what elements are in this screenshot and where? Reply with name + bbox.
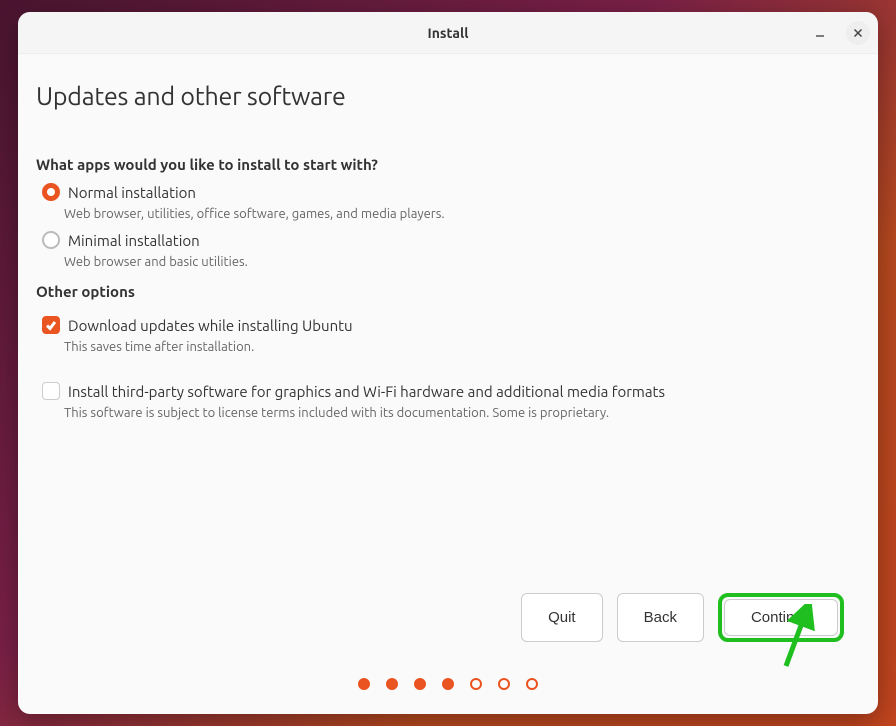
progress-dot — [498, 678, 510, 690]
progress-dot — [526, 678, 538, 690]
window-title: Install — [428, 25, 469, 41]
radio-icon — [42, 183, 60, 201]
option-description: Web browser and basic utilities. — [64, 255, 860, 269]
radio-icon — [42, 231, 60, 249]
checkbox-icon — [42, 382, 60, 400]
page-title: Updates and other software — [36, 82, 860, 110]
progress-dot — [470, 678, 482, 690]
option-label: Install third-party software for graphic… — [68, 383, 665, 400]
third-party-option[interactable]: Install third-party software for graphic… — [42, 382, 860, 400]
button-row: Quit Back Continue — [36, 577, 860, 658]
progress-dot — [414, 678, 426, 690]
option-label: Download updates while installing Ubuntu — [68, 317, 353, 334]
continue-button[interactable]: Continue — [724, 599, 838, 636]
close-icon — [851, 26, 865, 40]
progress-dots — [36, 658, 860, 714]
minimize-button[interactable] — [808, 21, 832, 45]
option-label: Minimal installation — [68, 232, 200, 249]
window-controls — [808, 12, 870, 54]
minimal-install-option[interactable]: Minimal installation — [42, 231, 860, 249]
content-area: Updates and other software What apps wou… — [18, 54, 878, 714]
highlight-annotation: Continue — [718, 593, 844, 642]
install-type-heading: What apps would you like to install to s… — [36, 156, 860, 173]
option-description: This saves time after installation. — [64, 340, 860, 354]
normal-install-option[interactable]: Normal installation — [42, 183, 860, 201]
progress-dot — [442, 678, 454, 690]
option-description: Web browser, utilities, office software,… — [64, 207, 860, 221]
other-options-heading: Other options — [36, 283, 860, 300]
quit-button[interactable]: Quit — [521, 593, 603, 642]
option-description: This software is subject to license term… — [64, 406, 860, 420]
minimize-icon — [813, 26, 827, 40]
progress-dot — [386, 678, 398, 690]
close-button[interactable] — [846, 21, 870, 45]
option-label: Normal installation — [68, 184, 196, 201]
checkbox-icon — [42, 316, 60, 334]
progress-dot — [358, 678, 370, 690]
back-button[interactable]: Back — [617, 593, 704, 642]
download-updates-option[interactable]: Download updates while installing Ubuntu — [42, 316, 860, 334]
titlebar: Install — [18, 12, 878, 54]
installer-window: Install Updates and other software What … — [18, 12, 878, 714]
